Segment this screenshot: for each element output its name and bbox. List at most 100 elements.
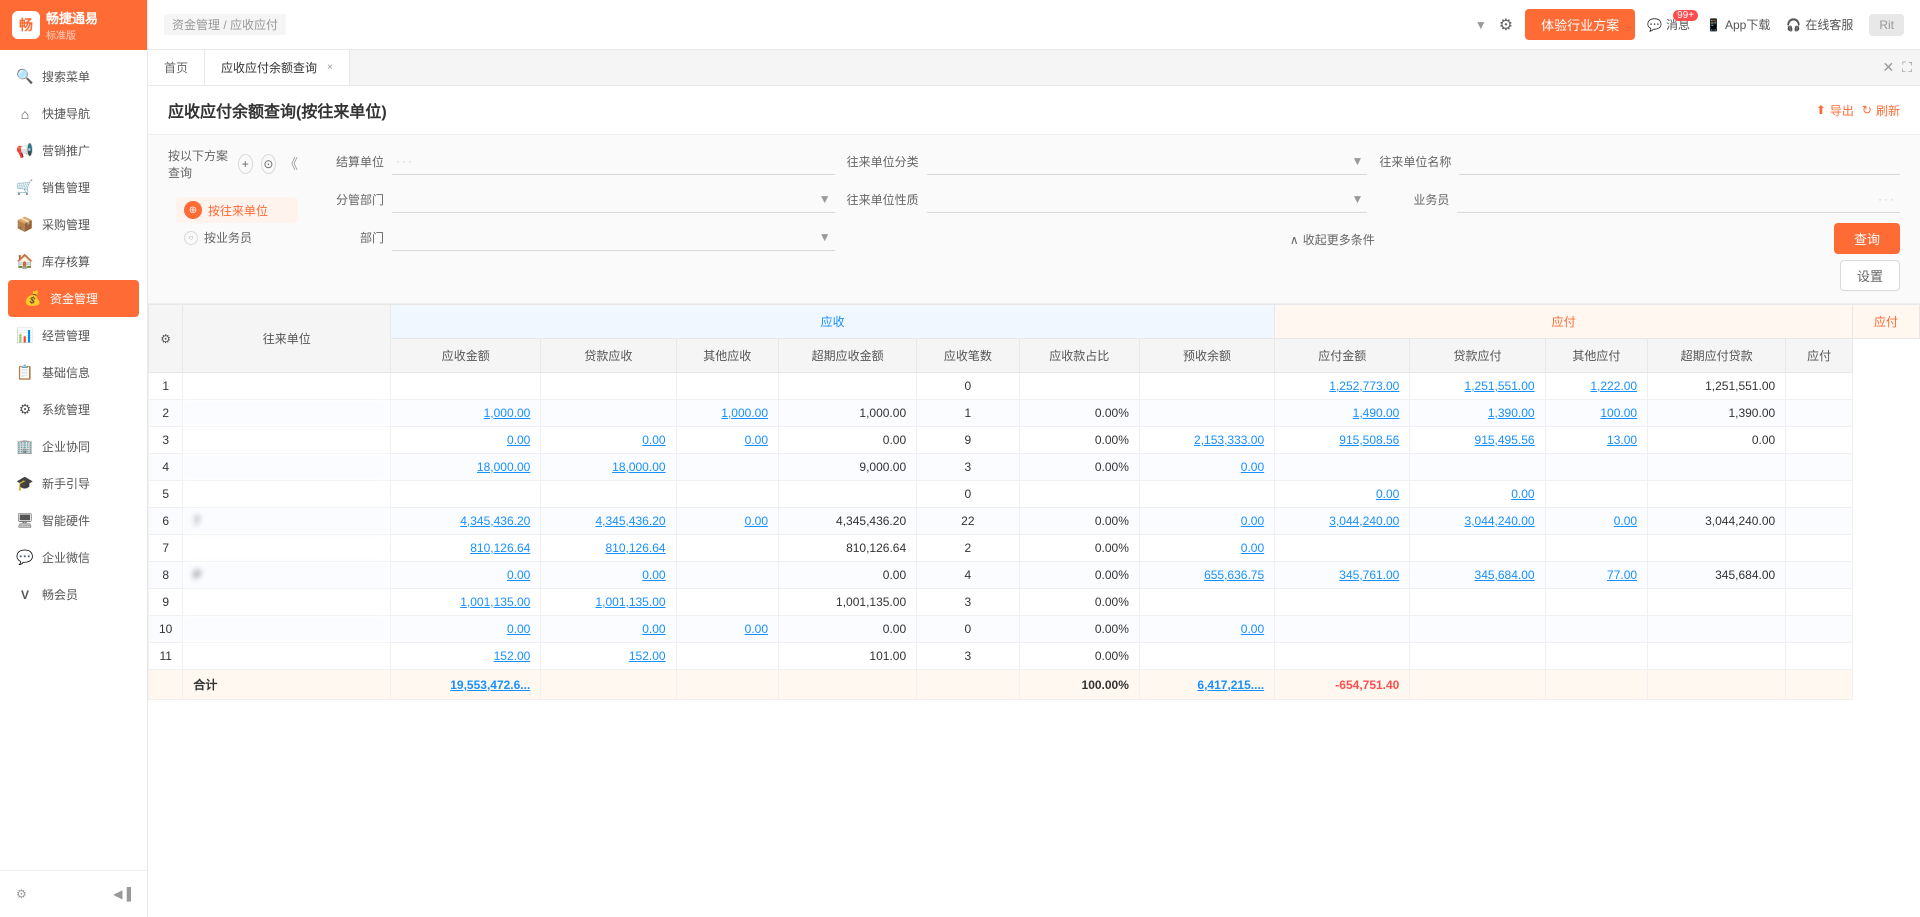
loan-receivable-cell[interactable]: 0.00 xyxy=(541,427,676,454)
sidebar-item-operations[interactable]: 📊 经营管理 xyxy=(0,317,147,354)
loan-payable-cell[interactable] xyxy=(1410,454,1545,481)
other-payable-cell[interactable]: 0.00 xyxy=(1545,508,1647,535)
sidebar-item-system[interactable]: ⚙ 系统管理 xyxy=(0,391,147,428)
sidebar-item-search[interactable]: 🔍 搜索菜单 xyxy=(0,58,147,95)
loan-payable-cell[interactable]: 915,495.56 xyxy=(1410,427,1545,454)
payable-amount-cell[interactable]: 1,252,773.00 xyxy=(1275,373,1410,400)
loan-payable-cell[interactable]: 1,251,551.00 xyxy=(1410,373,1545,400)
other-receivable-cell[interactable] xyxy=(676,454,778,481)
payable-amount-cell[interactable]: 0.00 xyxy=(1275,481,1410,508)
advance-balance-cell[interactable]: 0.00 xyxy=(1139,454,1274,481)
dept-input[interactable]: ▼ xyxy=(392,223,835,251)
loan-receivable-cell[interactable]: 0.00 xyxy=(541,616,676,643)
receivable-amount-cell[interactable]: 18,000.00 xyxy=(391,454,541,481)
salesperson-input[interactable]: ··· xyxy=(1457,185,1900,213)
solution-button[interactable]: 体验行业方案 xyxy=(1525,9,1635,40)
sidebar-item-smart[interactable]: 🖥 智能硬件 xyxy=(0,502,147,539)
other-receivable-cell[interactable]: 0.00 xyxy=(676,427,778,454)
payable-amount-cell[interactable]: 345,761.00 xyxy=(1275,562,1410,589)
unit-nature-input[interactable]: ▼ xyxy=(927,185,1368,213)
other-payable-cell[interactable]: 1,222.00 xyxy=(1545,373,1647,400)
loan-receivable-cell[interactable]: 0.00 xyxy=(541,562,676,589)
filter-option-by-employee[interactable]: ○ 按业务员 xyxy=(176,225,298,250)
payable-amount-cell[interactable] xyxy=(1275,616,1410,643)
loan-receivable-cell[interactable]: 152.00 xyxy=(541,643,676,670)
online-service[interactable]: 🎧 在线客服 xyxy=(1786,16,1853,33)
advance-balance-cell[interactable]: 655,636.75 xyxy=(1139,562,1274,589)
other-payable-cell[interactable] xyxy=(1545,454,1647,481)
footer-receivable-amount[interactable]: 19,553,472.6... xyxy=(391,670,541,700)
export-button[interactable]: ⬆ 导出 xyxy=(1816,102,1854,119)
sidebar-collapse-icon[interactable]: ◀▐ xyxy=(113,887,131,901)
other-receivable-cell[interactable] xyxy=(676,589,778,616)
receivable-amount-cell[interactable] xyxy=(391,481,541,508)
other-payable-cell[interactable] xyxy=(1545,535,1647,562)
payable-amount-cell[interactable] xyxy=(1275,535,1410,562)
receivable-amount-cell[interactable]: 810,126.64 xyxy=(391,535,541,562)
other-payable-cell[interactable] xyxy=(1545,616,1647,643)
footer-advance-balance[interactable]: 6,417,215.... xyxy=(1139,670,1274,700)
loan-payable-cell[interactable] xyxy=(1410,643,1545,670)
sidebar-item-wechat[interactable]: 💬 企业微信 xyxy=(0,539,147,576)
tab-fullscreen-icon[interactable]: ⛶ xyxy=(1902,59,1912,76)
advance-balance-cell[interactable] xyxy=(1139,643,1274,670)
other-receivable-cell[interactable] xyxy=(676,373,778,400)
app-download[interactable]: 📱 App下载 xyxy=(1706,16,1770,33)
advance-balance-cell[interactable] xyxy=(1139,589,1274,616)
loan-receivable-cell[interactable] xyxy=(541,373,676,400)
loan-receivable-cell[interactable]: 18,000.00 xyxy=(541,454,676,481)
other-payable-cell[interactable] xyxy=(1545,643,1647,670)
loan-payable-cell[interactable]: 3,044,240.00 xyxy=(1410,508,1545,535)
refresh-button[interactable]: ↻ 刷新 xyxy=(1862,102,1900,119)
sidebar-item-sales[interactable]: 🛒 销售管理 xyxy=(0,169,147,206)
manage-dept-input[interactable]: ▼ xyxy=(392,185,835,213)
loan-payable-cell[interactable] xyxy=(1410,589,1545,616)
loan-receivable-cell[interactable] xyxy=(541,481,676,508)
user-avatar[interactable]: Rit xyxy=(1869,18,1904,32)
settings-button[interactable]: 设置 xyxy=(1840,260,1900,291)
other-payable-cell[interactable] xyxy=(1545,481,1647,508)
collapse-more-button[interactable]: ∧ 收起更多条件 xyxy=(1290,223,1375,256)
sidebar-item-quicknav[interactable]: ⌂ 快捷导航 xyxy=(0,95,147,132)
receivable-amount-cell[interactable]: 0.00 xyxy=(391,562,541,589)
payable-amount-cell[interactable] xyxy=(1275,643,1410,670)
advance-balance-cell[interactable] xyxy=(1139,481,1274,508)
advance-balance-cell[interactable]: 0.00 xyxy=(1139,508,1274,535)
receivable-amount-cell[interactable]: 1,000.00 xyxy=(391,400,541,427)
other-receivable-cell[interactable] xyxy=(676,535,778,562)
topbar-gear-icon[interactable]: ⚙ xyxy=(1499,15,1513,35)
sidebar-item-marketing[interactable]: 📢 营销推广 xyxy=(0,132,147,169)
filter-option-by-unit[interactable]: ⊕ 按往来单位 xyxy=(176,197,298,223)
receivable-amount-cell[interactable]: 0.00 xyxy=(391,427,541,454)
loan-receivable-cell[interactable]: 810,126.64 xyxy=(541,535,676,562)
filter-collapse-button[interactable]: 《 xyxy=(284,154,298,174)
settlement-input[interactable]: ··· xyxy=(392,147,835,175)
loan-payable-cell[interactable]: 345,684.00 xyxy=(1410,562,1545,589)
loan-payable-cell[interactable] xyxy=(1410,535,1545,562)
other-receivable-cell[interactable] xyxy=(676,562,778,589)
unit-name-input[interactable] xyxy=(1459,147,1900,175)
table-settings-icon[interactable]: ⚙ xyxy=(160,332,171,346)
sidebar-item-member[interactable]: V 畅会员 xyxy=(0,576,147,613)
filter-add-button[interactable]: + xyxy=(238,154,253,174)
payable-amount-cell[interactable] xyxy=(1275,454,1410,481)
other-receivable-cell[interactable]: 0.00 xyxy=(676,616,778,643)
payable-amount-cell[interactable]: 1,490.00 xyxy=(1275,400,1410,427)
advance-balance-cell[interactable]: 2,153,333.00 xyxy=(1139,427,1274,454)
advance-balance-cell[interactable] xyxy=(1139,373,1274,400)
other-payable-cell[interactable] xyxy=(1545,589,1647,616)
sidebar-item-purchase[interactable]: 📦 采购管理 xyxy=(0,206,147,243)
sidebar-item-basic[interactable]: 📋 基础信息 xyxy=(0,354,147,391)
receivable-amount-cell[interactable]: 0.00 xyxy=(391,616,541,643)
payable-amount-cell[interactable]: 3,044,240.00 xyxy=(1275,508,1410,535)
other-payable-cell[interactable]: 100.00 xyxy=(1545,400,1647,427)
other-payable-cell[interactable]: 13.00 xyxy=(1545,427,1647,454)
advance-balance-cell[interactable] xyxy=(1139,400,1274,427)
loan-receivable-cell[interactable]: 1,001,135.00 xyxy=(541,589,676,616)
sidebar-item-finance[interactable]: 💰 资金管理 xyxy=(8,280,139,317)
filter-config-button[interactable]: ⊙ xyxy=(261,154,276,174)
receivable-amount-cell[interactable]: 4,345,436.20 xyxy=(391,508,541,535)
other-receivable-cell[interactable] xyxy=(676,481,778,508)
sidebar-item-inventory[interactable]: 🏠 库存核算 xyxy=(0,243,147,280)
advance-balance-cell[interactable]: 0.00 xyxy=(1139,616,1274,643)
